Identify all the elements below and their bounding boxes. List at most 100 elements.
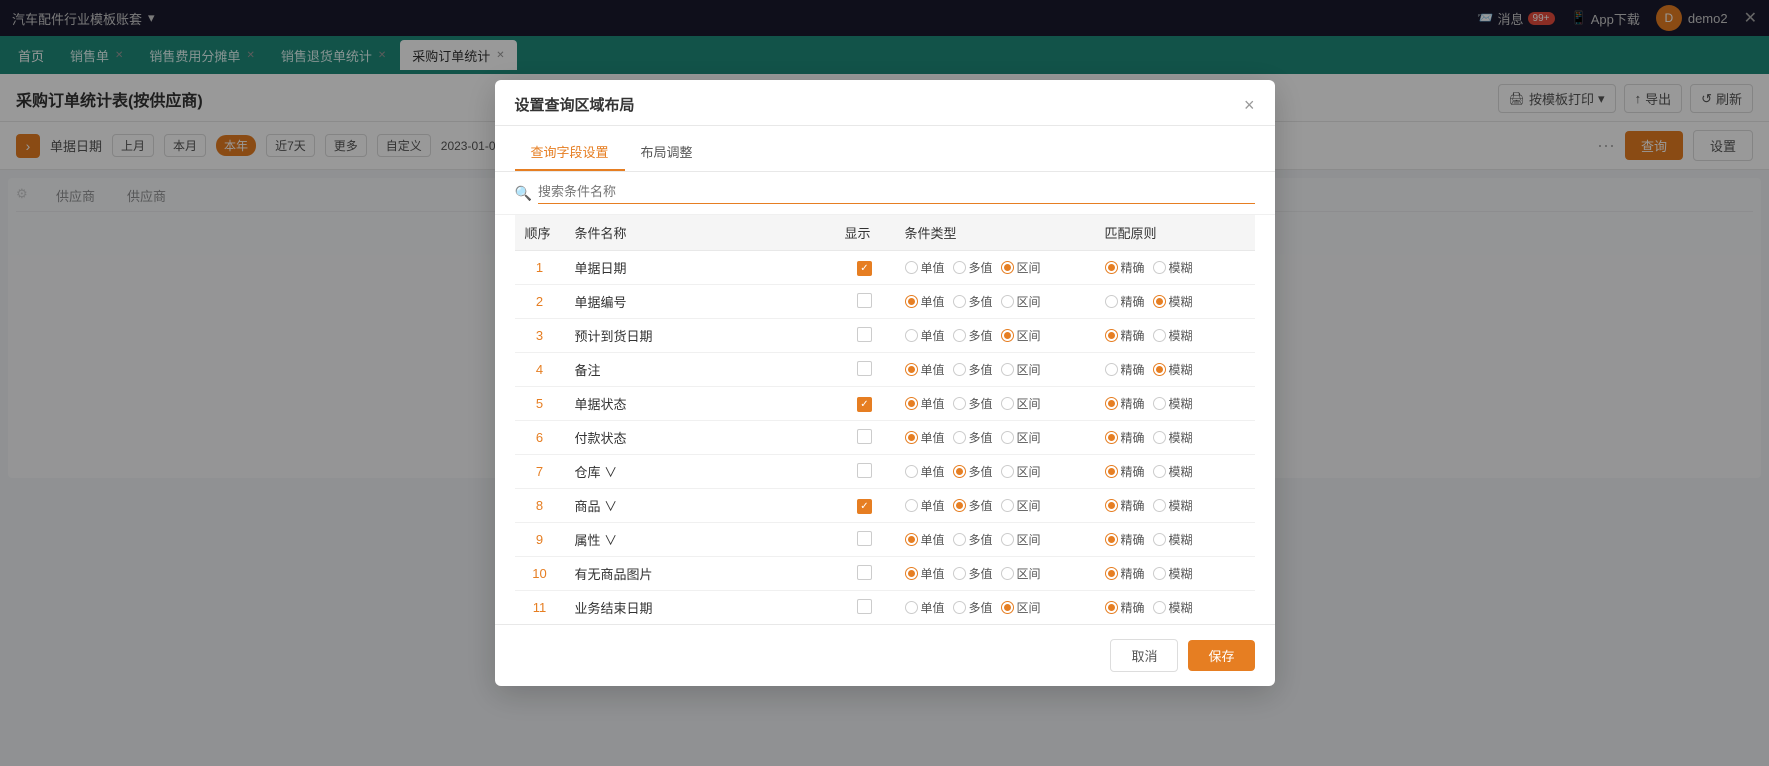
save-button[interactable]: 保存 [1188, 640, 1254, 671]
cell-display[interactable] [835, 353, 895, 387]
cell-display[interactable] [835, 591, 895, 625]
cell-display[interactable] [835, 489, 895, 523]
cell-display[interactable] [835, 251, 895, 285]
display-checkbox[interactable] [857, 327, 872, 342]
type-single-radio[interactable]: 单值 [905, 565, 945, 582]
match-exact-radio[interactable]: 精确 [1105, 395, 1145, 412]
type-single-radio[interactable]: 单值 [905, 259, 945, 276]
type-multi-label: 多值 [969, 463, 993, 480]
display-checkbox[interactable] [857, 261, 872, 276]
match-exact-radio[interactable]: 精确 [1105, 497, 1145, 514]
dialog-tab-query-fields[interactable]: 查询字段设置 [515, 136, 625, 171]
type-single-label: 单值 [921, 361, 945, 378]
cell-display[interactable] [835, 285, 895, 319]
type-range-radio[interactable]: 区间 [1001, 293, 1041, 310]
match-exact-radio[interactable]: 精确 [1105, 361, 1145, 378]
type-multi-radio[interactable]: 多值 [953, 259, 993, 276]
display-checkbox[interactable] [857, 429, 872, 444]
type-single-radio[interactable]: 单值 [905, 531, 945, 548]
table-row: 9属性 ∨ 单值 多值 区间 精确 [515, 523, 1255, 557]
type-single-radio[interactable]: 单值 [905, 599, 945, 616]
dialog-search-area: 🔍 [495, 172, 1275, 215]
match-exact-radio[interactable]: 精确 [1105, 463, 1145, 480]
type-single-radio[interactable]: 单值 [905, 361, 945, 378]
type-single-radio[interactable]: 单值 [905, 429, 945, 446]
cell-display[interactable] [835, 455, 895, 489]
display-checkbox[interactable] [857, 463, 872, 478]
th-type: 条件类型 [895, 215, 1095, 251]
type-single-radio[interactable]: 单值 [905, 293, 945, 310]
type-range-radio[interactable]: 区间 [1001, 395, 1041, 412]
th-display: 显示 [835, 215, 895, 251]
type-single-radio[interactable]: 单值 [905, 497, 945, 514]
type-multi-radio[interactable]: 多值 [953, 429, 993, 446]
type-single-radio[interactable]: 单值 [905, 463, 945, 480]
match-fuzzy-radio[interactable]: 模糊 [1153, 327, 1193, 344]
type-range-radio[interactable]: 区间 [1001, 429, 1041, 446]
cell-display[interactable] [835, 523, 895, 557]
dialog-tab-layout-adjust[interactable]: 布局调整 [625, 136, 709, 171]
type-multi-radio[interactable]: 多值 [953, 497, 993, 514]
type-range-radio[interactable]: 区间 [1001, 259, 1041, 276]
type-range-radio[interactable]: 区间 [1001, 531, 1041, 548]
match-fuzzy-radio[interactable]: 模糊 [1153, 429, 1193, 446]
match-fuzzy-radio[interactable]: 模糊 [1153, 599, 1193, 616]
type-multi-radio[interactable]: 多值 [953, 463, 993, 480]
match-fuzzy-radio[interactable]: 模糊 [1153, 565, 1193, 582]
search-input[interactable] [538, 182, 1255, 201]
cell-display[interactable] [835, 557, 895, 591]
match-exact-radio[interactable]: 精确 [1105, 599, 1145, 616]
type-multi-radio[interactable]: 多值 [953, 293, 993, 310]
match-fuzzy-radio[interactable]: 模糊 [1153, 531, 1193, 548]
display-checkbox[interactable] [857, 361, 872, 376]
type-single-radio[interactable]: 单值 [905, 327, 945, 344]
match-fuzzy-radio[interactable]: 模糊 [1153, 259, 1193, 276]
type-radio-group: 单值 多值 区间 [905, 395, 1085, 412]
type-multi-radio[interactable]: 多值 [953, 531, 993, 548]
radio-circle-exact [1105, 295, 1118, 308]
dialog-close-button[interactable]: × [1244, 96, 1255, 114]
type-multi-radio[interactable]: 多值 [953, 599, 993, 616]
type-multi-radio[interactable]: 多值 [953, 327, 993, 344]
display-checkbox[interactable] [857, 531, 872, 546]
display-checkbox[interactable] [857, 293, 872, 308]
type-multi-radio[interactable]: 多值 [953, 361, 993, 378]
type-single-radio[interactable]: 单值 [905, 395, 945, 412]
display-checkbox[interactable] [857, 499, 872, 514]
type-range-radio[interactable]: 区间 [1001, 497, 1041, 514]
match-exact-radio[interactable]: 精确 [1105, 531, 1145, 548]
radio-circle-fuzzy [1153, 295, 1166, 308]
display-checkbox[interactable] [857, 599, 872, 614]
cell-display[interactable] [835, 319, 895, 353]
cell-match: 精确 模糊 [1095, 251, 1255, 285]
match-exact-radio[interactable]: 精确 [1105, 429, 1145, 446]
type-multi-label: 多值 [969, 259, 993, 276]
match-fuzzy-radio[interactable]: 模糊 [1153, 361, 1193, 378]
radio-circle-range [1001, 363, 1014, 376]
type-range-radio[interactable]: 区间 [1001, 361, 1041, 378]
cancel-button[interactable]: 取消 [1110, 639, 1178, 672]
match-fuzzy-radio[interactable]: 模糊 [1153, 497, 1193, 514]
match-fuzzy-radio[interactable]: 模糊 [1153, 463, 1193, 480]
type-multi-radio[interactable]: 多值 [953, 565, 993, 582]
match-fuzzy-radio[interactable]: 模糊 [1153, 395, 1193, 412]
match-exact-label: 精确 [1121, 565, 1145, 582]
match-exact-radio[interactable]: 精确 [1105, 259, 1145, 276]
match-exact-radio[interactable]: 精确 [1105, 293, 1145, 310]
radio-circle-single [905, 397, 918, 410]
match-exact-radio[interactable]: 精确 [1105, 327, 1145, 344]
match-exact-radio[interactable]: 精确 [1105, 565, 1145, 582]
type-multi-radio[interactable]: 多值 [953, 395, 993, 412]
type-range-radio[interactable]: 区间 [1001, 565, 1041, 582]
dialog-table-wrapper: 顺序 条件名称 显示 条件类型 匹配原则 1单据日期 单值 多值 [495, 215, 1275, 624]
type-range-radio[interactable]: 区间 [1001, 463, 1041, 480]
display-checkbox[interactable] [857, 565, 872, 580]
display-checkbox[interactable] [857, 397, 872, 412]
match-fuzzy-radio[interactable]: 模糊 [1153, 293, 1193, 310]
type-range-radio[interactable]: 区间 [1001, 599, 1041, 616]
table-row: 4备注 单值 多值 区间 精确 [515, 353, 1255, 387]
cell-display[interactable] [835, 421, 895, 455]
radio-circle-multi [953, 363, 966, 376]
cell-display[interactable] [835, 387, 895, 421]
type-range-radio[interactable]: 区间 [1001, 327, 1041, 344]
